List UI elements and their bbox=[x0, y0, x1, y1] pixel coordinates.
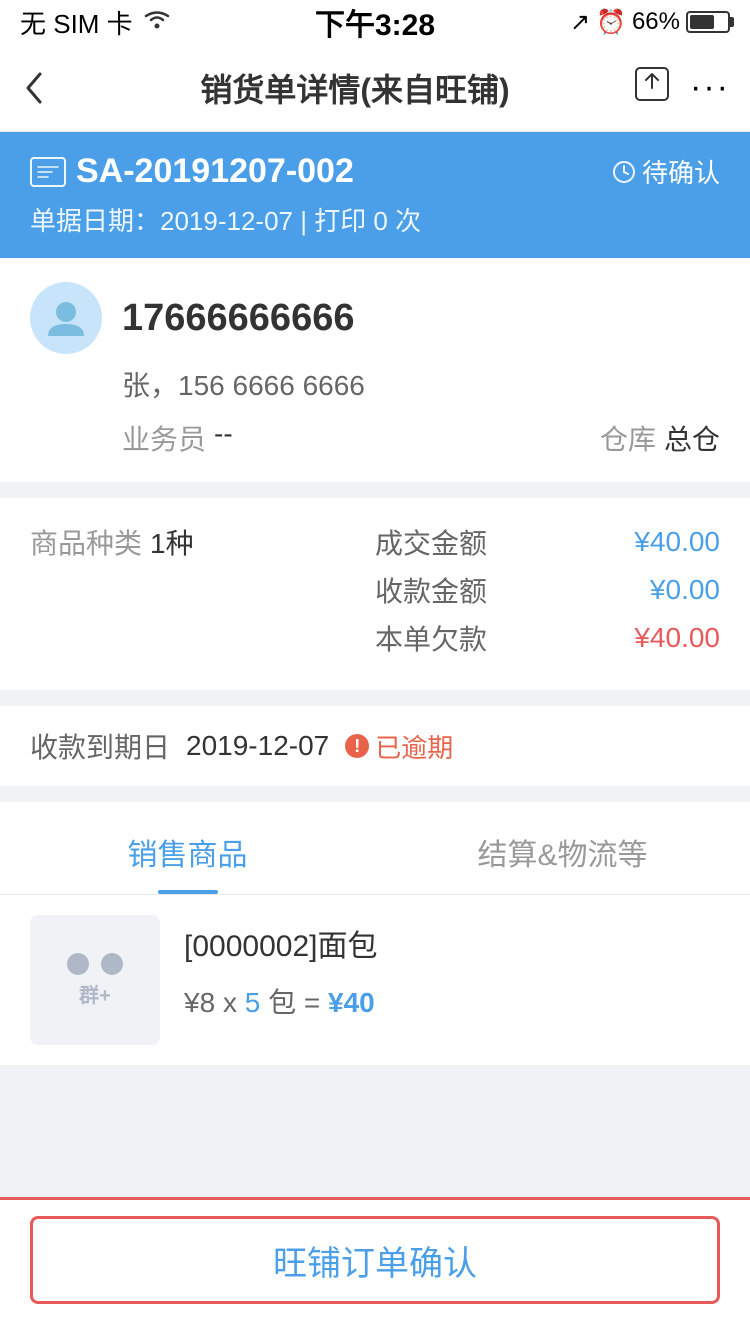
amounts-section: 成交金额 ¥40.00 收款金额 ¥0.00 本单欠款 ¥40.00 bbox=[375, 522, 720, 666]
tabs-header: 销售商品 结算&物流等 bbox=[0, 802, 750, 895]
back-button[interactable] bbox=[20, 66, 80, 110]
customer-section: 17666666666 张，156 6666 6666 业务员 -- 仓库 总仓 bbox=[0, 258, 750, 482]
warehouse-value: 总仓 bbox=[664, 418, 720, 458]
product-total: ¥40 bbox=[328, 987, 375, 1018]
owed-amount-value: ¥40.00 bbox=[634, 622, 720, 654]
confirm-order-button[interactable]: 旺铺订单确认 bbox=[30, 1216, 720, 1304]
tab-settlement[interactable]: 结算&物流等 bbox=[375, 802, 750, 894]
order-header: SA-20191207-002 待确认 单据日期：2019-12-07 | 打印… bbox=[0, 132, 750, 258]
carrier-text: 无 SIM 卡 bbox=[20, 4, 133, 41]
due-section: 收款到期日 2019-12-07 ! 已逾期 bbox=[0, 706, 750, 786]
nav-bar: 销货单详情(来自旺铺) ··· bbox=[0, 44, 750, 132]
product-calc: ¥8 x 5 包 = ¥40 bbox=[184, 981, 720, 1021]
status-bar: 无 SIM 卡 下午3:28 ↗ ⏰ 66% bbox=[0, 0, 750, 44]
customer-phone: 17666666666 bbox=[122, 297, 354, 340]
owl-logo-text: 群+ bbox=[79, 979, 111, 1008]
customer-meta: 业务员 -- 仓库 总仓 bbox=[122, 418, 720, 458]
product-item: 群+ [0000002]面包 ¥8 x 5 包 = ¥40 bbox=[30, 915, 720, 1045]
nav-actions: ··· bbox=[630, 66, 730, 110]
overdue-text: 已逾期 bbox=[375, 728, 453, 765]
due-date-value: 2019-12-07 bbox=[186, 730, 329, 762]
order-date: 单据日期：2019-12-07 | 打印 0 次 bbox=[30, 201, 720, 238]
more-icon[interactable]: ··· bbox=[690, 68, 730, 107]
tab-sales-products[interactable]: 销售商品 bbox=[0, 802, 375, 894]
wifi-icon bbox=[141, 7, 173, 38]
product-types-label: 商品种类 bbox=[30, 522, 150, 562]
order-id: SA-20191207-002 bbox=[30, 152, 354, 191]
product-thumbnail: 群+ bbox=[30, 915, 160, 1045]
status-time: 下午3:28 bbox=[315, 0, 435, 44]
page-title: 销货单详情(来自旺铺) bbox=[80, 65, 630, 111]
battery-icon bbox=[686, 11, 730, 33]
alarm-icon: ⏰ bbox=[596, 8, 626, 37]
info-section: 商品种类 1种 成交金额 ¥40.00 收款金额 ¥0.00 本单欠款 ¥40.… bbox=[0, 498, 750, 690]
product-info: [0000002]面包 ¥8 x 5 包 = ¥40 bbox=[184, 915, 720, 1021]
salesperson-value: -- bbox=[214, 418, 233, 458]
order-status: 待确认 bbox=[612, 153, 720, 190]
salesperson-label: 业务员 bbox=[122, 418, 206, 458]
owl-eye-right bbox=[101, 953, 123, 975]
status-left: 无 SIM 卡 bbox=[20, 4, 173, 41]
tabs-section: 销售商品 结算&物流等 群+ [0000002]面包 ¥8 x 5 bbox=[0, 802, 750, 1065]
battery-percent: 66% bbox=[632, 8, 680, 36]
due-label: 收款到期日 bbox=[30, 726, 170, 766]
location-icon: ↗ bbox=[570, 8, 590, 37]
customer-name: 张，156 6666 6666 bbox=[122, 364, 720, 404]
product-name: [0000002]面包 bbox=[184, 921, 720, 965]
avatar bbox=[30, 282, 102, 354]
collected-amount-label: 收款金额 bbox=[375, 570, 487, 610]
product-list: 群+ [0000002]面包 ¥8 x 5 包 = ¥40 bbox=[0, 895, 750, 1065]
overdue-icon: ! bbox=[345, 734, 369, 758]
collected-amount-value: ¥0.00 bbox=[650, 574, 720, 606]
overdue-badge: ! 已逾期 bbox=[345, 728, 453, 765]
owed-amount-label: 本单欠款 bbox=[375, 618, 487, 658]
product-types-value: 1种 bbox=[150, 522, 194, 562]
status-right: ↗ ⏰ 66% bbox=[570, 8, 730, 37]
warehouse-label: 仓库 bbox=[600, 418, 656, 458]
product-quantity: 5 bbox=[245, 987, 261, 1018]
bottom-bar: 旺铺订单确认 bbox=[0, 1197, 750, 1334]
share-icon[interactable] bbox=[634, 66, 670, 110]
deal-amount-value: ¥40.00 bbox=[634, 526, 720, 558]
deal-amount-label: 成交金额 bbox=[375, 522, 487, 562]
owl-eye-left bbox=[67, 953, 89, 975]
